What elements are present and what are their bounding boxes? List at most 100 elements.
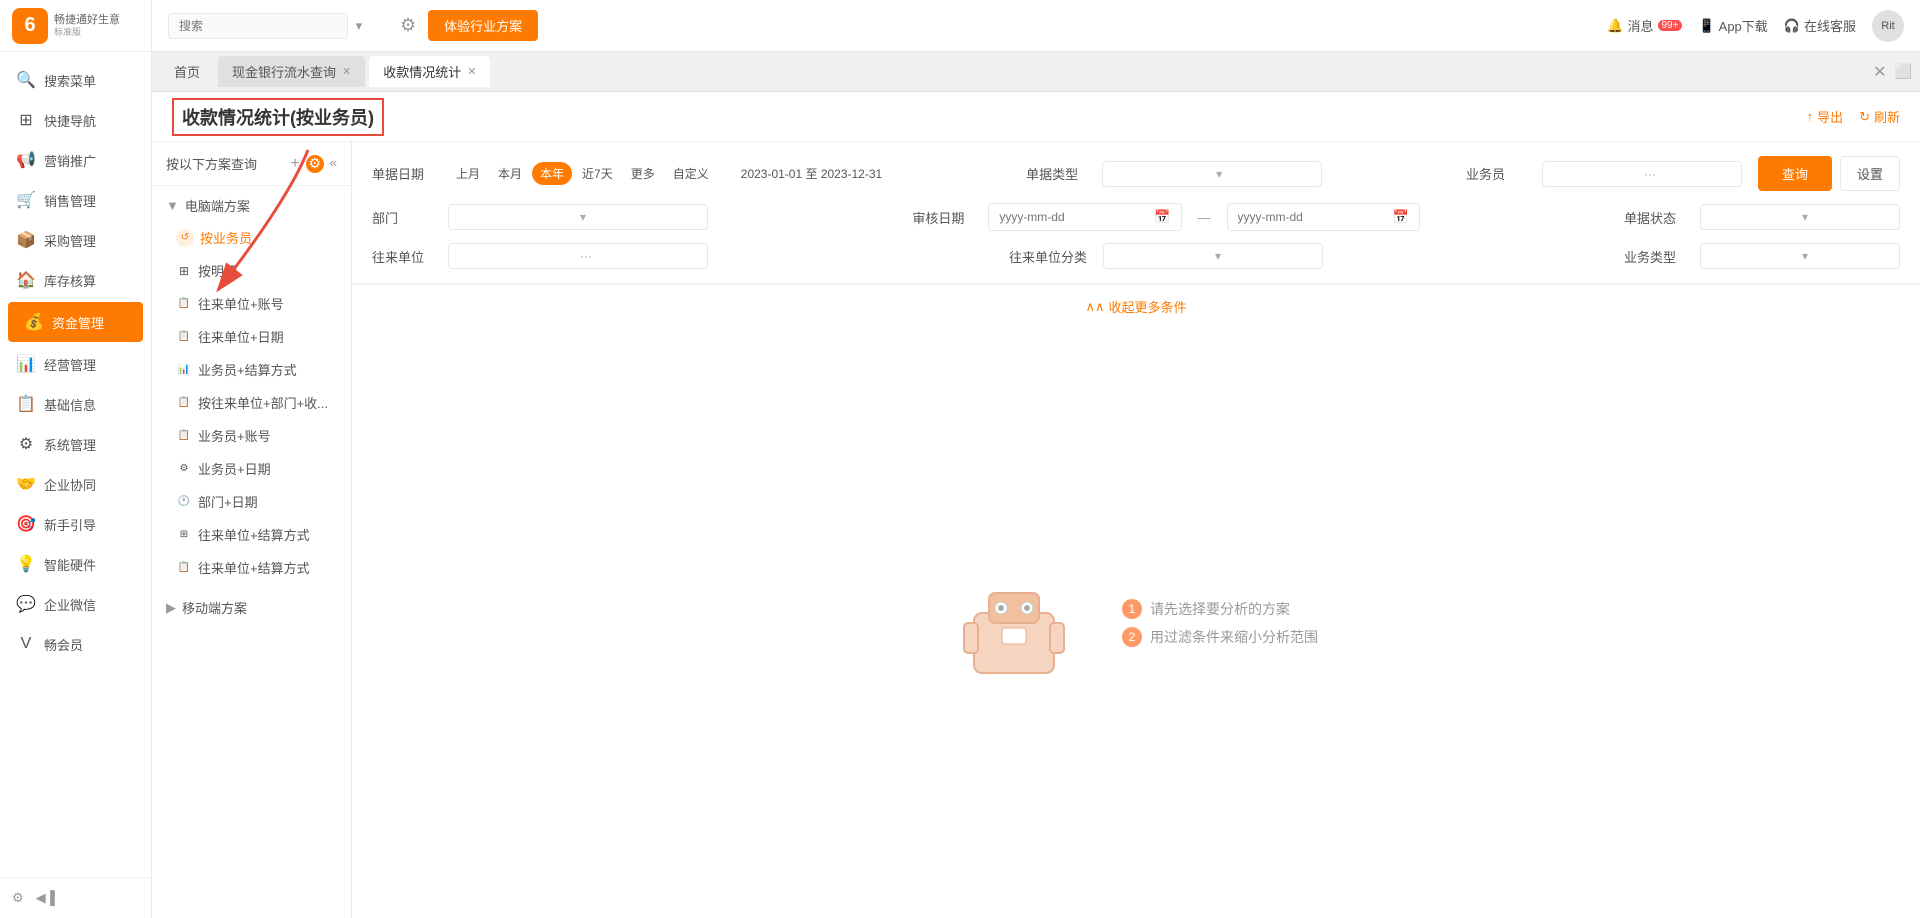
sidebar-item-member[interactable]: V 畅会员	[0, 624, 151, 664]
date-tab-7days[interactable]: 近7天	[574, 162, 621, 185]
tip-number-2: 2	[1122, 627, 1142, 647]
settings-bottom-icon[interactable]: ⚙	[12, 890, 24, 906]
tree-item-salesperson-settlement[interactable]: 📊 业务员+结算方式	[152, 353, 351, 386]
counterparty-ellipsis[interactable]: ···	[580, 249, 697, 263]
salesperson-select[interactable]: ···	[1542, 161, 1742, 187]
tab-close-bank-flow[interactable]: ✕	[342, 65, 351, 78]
main-content: ▾ ⚙ 体验行业方案 🔔 消息 99+ 📱 App下载 🎧 在线客服 Rit 首…	[152, 0, 1920, 918]
filter-actions: 查询 设置	[1758, 156, 1900, 191]
dept-select[interactable]: ▾	[448, 204, 708, 230]
tree-item-by-salesperson[interactable]: ↺ 按业务员	[152, 221, 351, 254]
logo-area: 6 畅捷通好生意 标准版	[0, 0, 151, 52]
business-type-select[interactable]: ▾	[1700, 243, 1900, 269]
review-date-from[interactable]: 📅	[988, 203, 1181, 231]
record-status-label: 单据状态	[1624, 208, 1684, 227]
counterparty-select[interactable]: ···	[448, 243, 708, 269]
sidebar-item-inventory[interactable]: 🏠 库存核算	[0, 260, 151, 300]
tab-payment-stats[interactable]: 收款情况统计 ✕	[369, 56, 490, 87]
counterparty-category-select[interactable]: ▾	[1103, 243, 1323, 269]
salesperson-account-icon: 📋	[176, 428, 192, 444]
export-button[interactable]: ↑ 导出	[1807, 107, 1844, 126]
tree-item-counterparty-settlement2[interactable]: 📋 往来单位+结算方式	[152, 551, 351, 584]
sidebar-item-operation[interactable]: 📊 经营管理	[0, 344, 151, 384]
collapse-panel-icon[interactable]: «	[330, 155, 337, 173]
tree-item-salesperson-date[interactable]: ⚙ 业务员+日期	[152, 452, 351, 485]
scheme-settings-icon[interactable]: ⚙	[306, 155, 324, 173]
sidebar-item-beginner[interactable]: 🎯 新手引导	[0, 504, 151, 544]
online-service-button[interactable]: 🎧 在线客服	[1784, 16, 1856, 35]
tree-item-by-counterparty-dept[interactable]: 📋 按往来单位+部门+收...	[152, 386, 351, 419]
topbar-search-input[interactable]	[168, 13, 348, 39]
topbar-search-area: ▾	[168, 13, 388, 39]
sidebar-item-enterprise[interactable]: 🤝 企业协同	[0, 464, 151, 504]
sidebar-item-hardware[interactable]: 💡 智能硬件	[0, 544, 151, 584]
user-avatar[interactable]: Rit	[1872, 10, 1904, 42]
counterparty-settlement1-icon: ⊞	[176, 527, 192, 543]
salesperson-settlement-icon: 📊	[176, 362, 192, 378]
date-tab-last-month[interactable]: 上月	[448, 162, 488, 185]
tree-group-mobile-title[interactable]: ▶ 移动端方案	[152, 592, 351, 623]
marketing-icon: 📢	[16, 150, 36, 170]
expand-arrow-icon: ▼	[166, 198, 179, 213]
tab-home[interactable]: 首页	[160, 56, 214, 87]
tree-item-counterparty-date[interactable]: 📋 往来单位+日期	[152, 320, 351, 353]
sidebar-item-sales[interactable]: 🛒 销售管理	[0, 180, 151, 220]
tree-item-salesperson-account[interactable]: 📋 业务员+账号	[152, 419, 351, 452]
date-tab-custom[interactable]: 自定义	[665, 162, 717, 185]
sidebar-item-finance[interactable]: 💰 资金管理	[8, 302, 143, 342]
review-date-from-input[interactable]	[999, 210, 1154, 224]
sidebar-item-system[interactable]: ⚙ 系统管理	[0, 424, 151, 464]
salesperson-label: 业务员	[1466, 164, 1526, 183]
sidebar-item-basic-info[interactable]: 📋 基础信息	[0, 384, 151, 424]
left-panel: 按以下方案查询 + ⚙ « ▼ 电脑端方案 ↺ 按业务员 ⊞	[152, 142, 352, 918]
collapse-sidebar-icon[interactable]: ◀▐	[36, 890, 55, 906]
sidebar-item-purchase[interactable]: 📦 采购管理	[0, 220, 151, 260]
collapse-bar[interactable]: ∧∧ 收起更多条件	[352, 284, 1920, 328]
dept-date-icon: 🕐	[176, 494, 192, 510]
right-panel: 单据日期 上月 本月 本年 近7天 更多 自定义 2023-01-01 至 20…	[352, 142, 1920, 918]
date-tab-this-month[interactable]: 本月	[490, 162, 530, 185]
sales-icon: 🛒	[16, 190, 36, 210]
tree-item-counterparty-account[interactable]: 📋 往来单位+账号	[152, 287, 351, 320]
date-label: 单据日期	[372, 164, 432, 183]
record-type-select[interactable]: ▾	[1102, 161, 1322, 187]
tab-close-payment-stats[interactable]: ✕	[467, 65, 476, 78]
mobile-expand-arrow-icon: ▶	[166, 600, 176, 616]
tree-group-desktop-title[interactable]: ▼ 电脑端方案	[152, 190, 351, 221]
service-icon: 🎧	[1784, 18, 1800, 34]
dept-label: 部门	[372, 208, 432, 227]
messages-button[interactable]: 🔔 消息 99+	[1607, 16, 1682, 35]
tree-item-by-detail[interactable]: ⊞ 按明细	[152, 254, 351, 287]
tree-item-dept-date[interactable]: 🕐 部门+日期	[152, 485, 351, 518]
add-scheme-icon[interactable]: +	[290, 155, 299, 173]
salesperson-ellipsis[interactable]: ···	[1644, 167, 1731, 181]
sidebar-item-quick-nav[interactable]: ⊞ 快捷导航	[0, 100, 151, 140]
topbar-settings-icon[interactable]: ⚙	[400, 15, 416, 36]
date-tab-more[interactable]: 更多	[623, 162, 663, 185]
sidebar-item-search[interactable]: 🔍 搜索菜单	[0, 60, 151, 100]
app-download-button[interactable]: 📱 App下载	[1698, 16, 1767, 35]
trial-button[interactable]: 体验行业方案	[428, 10, 538, 41]
review-date-to[interactable]: 📅	[1227, 203, 1420, 231]
date-tab-this-year[interactable]: 本年	[532, 162, 572, 185]
sidebar-nav: 🔍 搜索菜单 ⊞ 快捷导航 📢 营销推广 🛒 销售管理 📦 采购管理 🏠 库存核…	[0, 52, 151, 877]
topbar-dropdown-icon[interactable]: ▾	[356, 18, 363, 33]
tree-item-counterparty-settlement1[interactable]: ⊞ 往来单位+结算方式	[152, 518, 351, 551]
sidebar-item-marketing[interactable]: 📢 营销推广	[0, 140, 151, 180]
date-range-display: 2023-01-01 至 2023-12-31	[741, 165, 882, 182]
system-icon: ⚙	[16, 434, 36, 454]
settings-button[interactable]: 设置	[1840, 156, 1900, 191]
refresh-button[interactable]: ↻ 刷新	[1859, 107, 1900, 126]
inventory-icon: 🏠	[16, 270, 36, 290]
record-status-select[interactable]: ▾	[1700, 204, 1900, 230]
query-button[interactable]: 查询	[1758, 156, 1832, 191]
close-window-icon[interactable]: ✕	[1873, 62, 1886, 82]
search-icon: 🔍	[16, 70, 36, 90]
maximize-window-icon[interactable]: ⬜	[1895, 63, 1912, 80]
empty-tip-1: 1 请先选择要分析的方案	[1122, 599, 1318, 619]
content-area: 按以下方案查询 + ⚙ « ▼ 电脑端方案 ↺ 按业务员 ⊞	[152, 142, 1920, 918]
tab-bank-flow[interactable]: 现金银行流水查询 ✕	[218, 56, 365, 87]
review-date-to-input[interactable]	[1238, 210, 1393, 224]
business-type-chevron-icon: ▾	[1802, 249, 1889, 263]
sidebar-item-wechat[interactable]: 💬 企业微信	[0, 584, 151, 624]
